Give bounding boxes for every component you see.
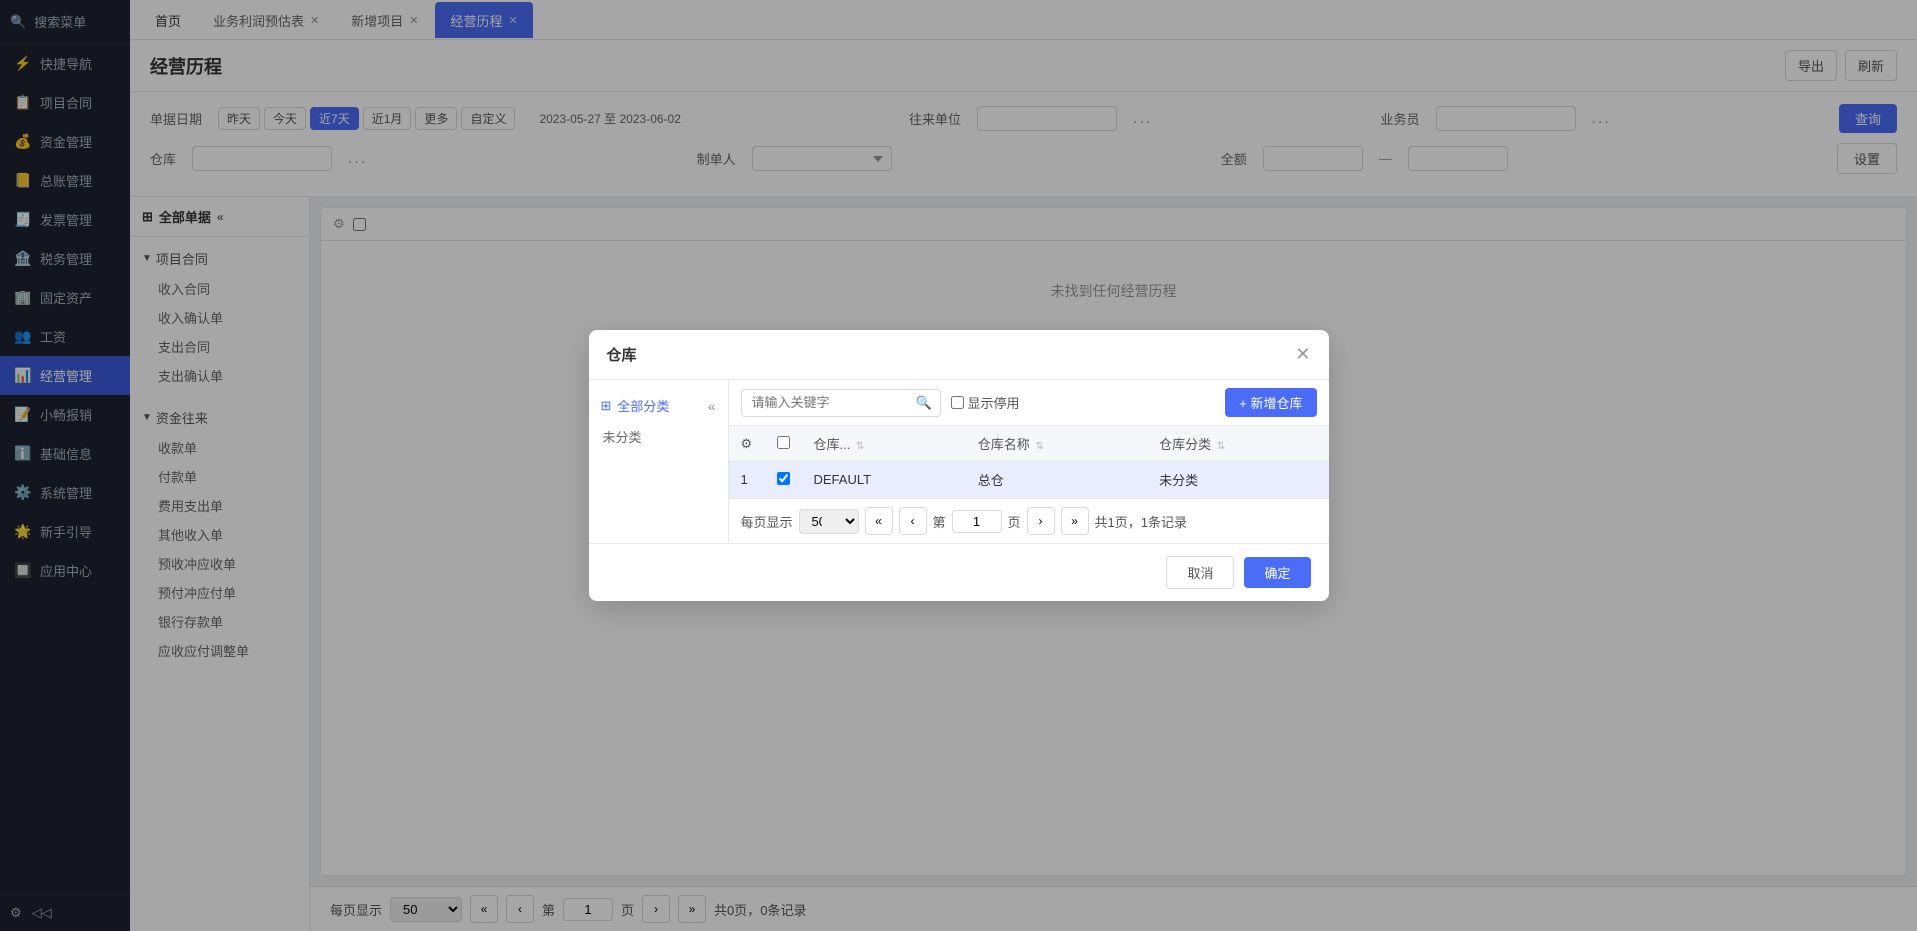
modal-prev-page[interactable]: ‹ <box>899 507 927 535</box>
row-name-1: 总仓 <box>966 462 1147 498</box>
table-header-row: ⚙ 仓库... ⇅ 仓库名称 ⇅ 仓库分类 ⇅ <box>729 426 1329 462</box>
modal-overlay[interactable]: 仓库 ✕ ⊞ 全部分类 « 未分类 🔍 <box>0 0 1917 931</box>
modal-category-list: 未分类 <box>589 421 728 452</box>
table-select-all[interactable] <box>777 436 790 449</box>
row-code-1: DEFAULT <box>802 462 966 498</box>
modal-left-collapse[interactable]: « <box>708 398 716 414</box>
warehouse-table: ⚙ 仓库... ⇅ 仓库名称 ⇅ 仓库分类 ⇅ 1 DEFAULT 总仓 未分类 <box>729 426 1329 498</box>
modal-page-label: 第 <box>933 512 946 531</box>
modal-total-text: 共1页，1条记录 <box>1095 512 1187 531</box>
modal-last-page[interactable]: » <box>1061 507 1089 535</box>
confirm-button[interactable]: 确定 <box>1244 557 1310 588</box>
col-name-header: 仓库名称 ⇅ <box>966 426 1147 462</box>
add-warehouse-button[interactable]: + 新增仓库 <box>1225 388 1316 417</box>
modal-pagination: 每页显示 50 « ‹ 第 1 页 › » 共1页，1条记录 <box>729 498 1329 543</box>
show-disabled-label: 显示停用 <box>951 393 1020 412</box>
modal-per-page-select[interactable]: 50 <box>799 509 859 534</box>
modal-next-page[interactable]: › <box>1027 507 1055 535</box>
modal-search-box[interactable]: 🔍 <box>741 389 941 417</box>
warehouse-row-1[interactable]: 1 DEFAULT 总仓 未分类 <box>729 462 1329 498</box>
col-settings: ⚙ <box>729 426 765 462</box>
modal-next-page-icon: 页 <box>1008 512 1021 531</box>
modal-category-uncategorized[interactable]: 未分类 <box>589 421 728 452</box>
col-checkbox <box>765 426 802 462</box>
modal-page-input[interactable]: 1 <box>952 510 1002 533</box>
col-category-header: 仓库分类 ⇅ <box>1147 426 1328 462</box>
modal-title: 仓库 <box>607 344 637 365</box>
modal-left-panel: ⊞ 全部分类 « 未分类 <box>589 380 729 543</box>
modal-toolbar: 🔍 显示停用 + 新增仓库 <box>729 380 1329 426</box>
modal-footer: 取消 确定 <box>589 543 1329 601</box>
modal-search-input[interactable] <box>752 395 912 410</box>
row-category-1: 未分类 <box>1147 462 1328 498</box>
modal-body: ⊞ 全部分类 « 未分类 🔍 显示停用 <box>589 380 1329 543</box>
modal-all-category[interactable]: ⊞ 全部分类 « <box>589 390 728 421</box>
show-disabled-checkbox[interactable] <box>951 396 964 409</box>
modal-table-wrapper: ⚙ 仓库... ⇅ 仓库名称 ⇅ 仓库分类 ⇅ 1 DEFAULT 总仓 未分类 <box>729 426 1329 498</box>
col-code-header: 仓库... ⇅ <box>802 426 966 462</box>
all-category-label: 全部分类 <box>617 396 669 415</box>
modal-per-page-label: 每页显示 <box>741 512 793 531</box>
cancel-button[interactable]: 取消 <box>1166 556 1234 589</box>
grid-small-icon: ⊞ <box>601 398 612 414</box>
modal-header: 仓库 ✕ <box>589 330 1329 380</box>
row-checkbox-1[interactable] <box>765 462 802 498</box>
row-settings-1: 1 <box>729 462 765 498</box>
modal-search-icon: 🔍 <box>916 395 932 411</box>
modal-first-page[interactable]: « <box>865 507 893 535</box>
modal-close-button[interactable]: ✕ <box>1295 344 1310 365</box>
warehouse-modal: 仓库 ✕ ⊞ 全部分类 « 未分类 🔍 <box>589 330 1329 601</box>
modal-right-panel: 🔍 显示停用 + 新增仓库 ⚙ 仓库... ⇅ <box>729 380 1329 543</box>
